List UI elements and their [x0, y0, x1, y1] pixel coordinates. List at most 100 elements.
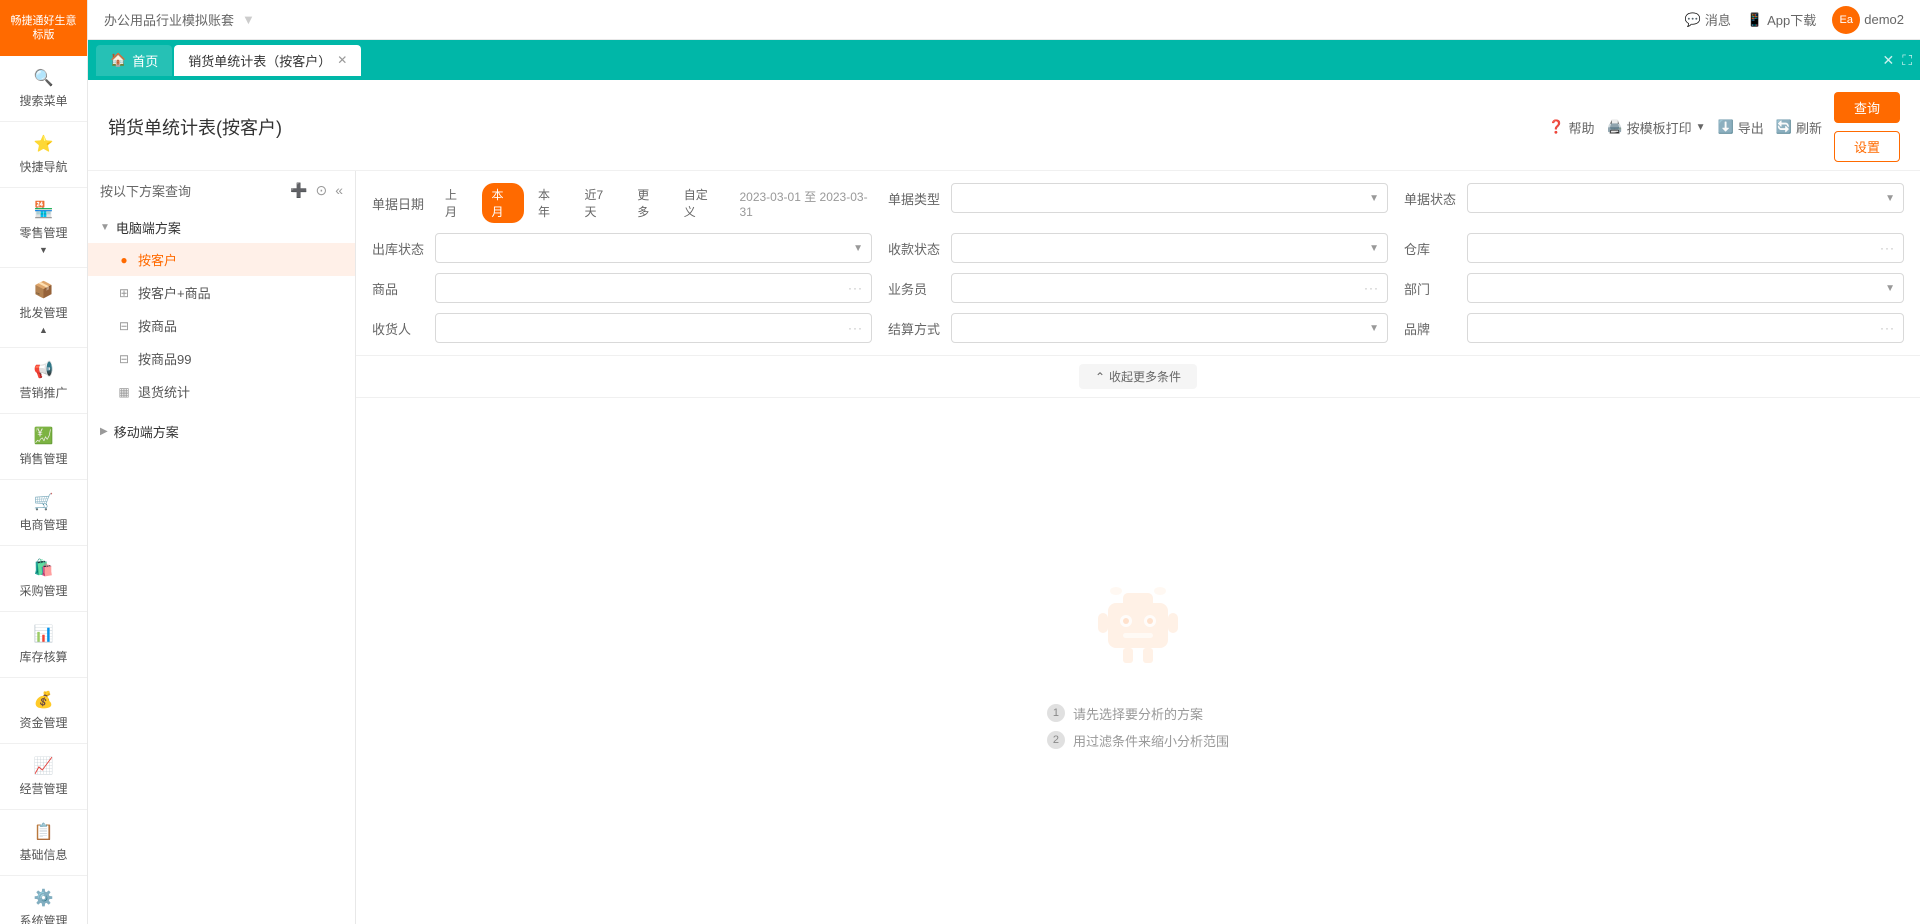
scheme-return-stat[interactable]: ▦ 退货统计: [88, 375, 355, 408]
department-chevron-icon: ▼: [1885, 283, 1895, 294]
brand-filter: 品牌 ···: [1404, 313, 1904, 343]
settings-button[interactable]: 设置: [1834, 131, 1900, 162]
scheme-by-goods99[interactable]: ⊟ 按商品99: [88, 342, 355, 375]
sidebar-item-retail[interactable]: 🏪 零售管理 ▼: [0, 188, 87, 268]
salesperson-input[interactable]: ···: [951, 273, 1388, 303]
page-header: 销货单统计表(按客户) ❓ 帮助 🖨️ 按模板打印 ▼ ⬇️ 导出 🔄 刷新: [88, 80, 1920, 171]
customer-goods-icon: ⊞: [116, 285, 132, 301]
empty-illustration: [1088, 573, 1188, 688]
receiver-input[interactable]: ···: [435, 313, 872, 343]
tip-2: 2 用过滤条件来缩小分析范围: [1047, 731, 1229, 750]
sidebar-item-marketing[interactable]: 📢 营销推广: [0, 348, 87, 414]
date-tab-last-7-days[interactable]: 近7天: [575, 183, 624, 223]
collapse-bar: ⌃ 收起更多条件: [356, 356, 1920, 398]
sidebar-item-basic[interactable]: 📋 基础信息: [0, 810, 87, 876]
export-button[interactable]: ⬇️ 导出: [1718, 118, 1764, 137]
purchase-icon: 🛍️: [34, 558, 54, 578]
filter-row-2: 商品 ··· 业务员 ···: [372, 273, 1904, 303]
message-icon: 💬: [1685, 12, 1701, 28]
logo: 畅捷通好生意 标版: [0, 0, 87, 56]
sidebar-item-wholesale[interactable]: 📦 批发管理 ▲: [0, 268, 87, 348]
goods99-icon: ⊟: [116, 351, 132, 367]
wholesale-icon: 📦: [34, 280, 54, 300]
right-panel: 单据日期 上月 本月 本年 近7天 更多 自定义 2023-03-01 至 20…: [356, 171, 1920, 924]
scheme-by-goods[interactable]: ⊟ 按商品: [88, 309, 355, 342]
pc-schemes-header[interactable]: ▼ 电脑端方案: [88, 212, 355, 243]
maximize-icon[interactable]: ⛶: [1902, 52, 1912, 69]
goods-dots-icon: ···: [848, 281, 863, 295]
receipt-status-select[interactable]: ▼: [951, 233, 1388, 263]
ecommerce-icon: 🛒: [34, 492, 54, 512]
collapse-panel-icon[interactable]: «: [335, 182, 343, 199]
app-download-button[interactable]: 📱 App下载: [1747, 10, 1816, 29]
date-tab-this-month[interactable]: 本月: [482, 183, 525, 223]
brand-dots-icon: ···: [1880, 321, 1895, 335]
breadcrumb-arrow: ▼: [242, 12, 255, 27]
help-icon: ❓: [1548, 119, 1564, 135]
sidebar-item-operation[interactable]: 📈 经营管理: [0, 744, 87, 810]
date-tab-last-month[interactable]: 上月: [435, 183, 478, 223]
goods-input[interactable]: ···: [435, 273, 872, 303]
query-button[interactable]: 查询: [1834, 92, 1900, 123]
left-panel-icons: ➕ ⊙ «: [290, 182, 343, 199]
warehouse-dots-icon: ···: [1880, 241, 1895, 255]
left-panel-header: 按以下方案查询 ➕ ⊙ «: [88, 181, 355, 208]
doc-type-filter: 单据类型 ▼: [888, 183, 1388, 213]
retail-icon: 🏪: [34, 200, 54, 220]
sidebar-item-ecommerce[interactable]: 🛒 电商管理: [0, 480, 87, 546]
tab-sales-stat[interactable]: 销货单统计表（按客户） ✕: [174, 45, 361, 76]
mobile-schemes-header[interactable]: ▶ 移动端方案: [88, 416, 355, 447]
refresh-icon: 🔄: [1776, 119, 1792, 135]
chevron-down-icon: ▼: [39, 245, 48, 255]
tip-1: 1 请先选择要分析的方案: [1047, 704, 1229, 723]
left-panel: 按以下方案查询 ➕ ⊙ « ▼ 电脑端方案 ● 按客户: [88, 171, 356, 924]
tab-home[interactable]: 🏠 首页: [96, 45, 172, 76]
marketing-icon: 📢: [34, 360, 54, 380]
edit-scheme-icon[interactable]: ⊙: [315, 182, 327, 199]
sidebar-item-inventory[interactable]: 📊 库存核算: [0, 612, 87, 678]
help-button[interactable]: ❓ 帮助: [1548, 118, 1594, 137]
doc-status-select[interactable]: ▼: [1467, 183, 1904, 213]
receipt-status-filter: 收款状态 ▼: [888, 233, 1388, 263]
date-tabs: 上月 本月 本年 近7天 更多 自定义 2023-03-01 至 2023-03…: [435, 183, 872, 223]
add-scheme-icon[interactable]: ➕: [290, 182, 307, 199]
scheme-by-customer-goods[interactable]: ⊞ 按客户+商品: [88, 276, 355, 309]
doc-type-select[interactable]: ▼: [951, 183, 1388, 213]
sidebar-item-sales[interactable]: 💹 销售管理: [0, 414, 87, 480]
chevron-up-icon: ▲: [39, 325, 48, 335]
breadcrumb: 办公用品行业模拟账套 ▼: [104, 10, 255, 29]
system-icon: ⚙️: [34, 888, 54, 908]
date-tab-custom[interactable]: 自定义: [674, 183, 728, 223]
receipt-status-chevron-icon: ▼: [1369, 243, 1379, 254]
sidebar: 畅捷通好生意 标版 🔍 搜索菜单 ⭐ 快捷导航 🏪 零售管理 ▼ 📦 批发管理 …: [0, 0, 88, 924]
pc-schemes-section: ▼ 电脑端方案 ● 按客户 ⊞ 按客户+商品 ⊟ 按商品: [88, 208, 355, 412]
payment-select[interactable]: ▼: [951, 313, 1388, 343]
sidebar-item-purchase[interactable]: 🛍️ 采购管理: [0, 546, 87, 612]
sidebar-menu: 🔍 搜索菜单 ⭐ 快捷导航 🏪 零售管理 ▼ 📦 批发管理 ▲ 📢 营销推广 💹…: [0, 56, 87, 924]
tab-close-icon[interactable]: ✕: [337, 53, 347, 67]
export-icon: ⬇️: [1718, 119, 1734, 135]
empty-state: 1 请先选择要分析的方案 2 用过滤条件来缩小分析范围: [356, 398, 1920, 924]
sidebar-item-quicknav[interactable]: ⭐ 快捷导航: [0, 122, 87, 188]
date-tab-this-year[interactable]: 本年: [528, 183, 571, 223]
brand-input[interactable]: ···: [1467, 313, 1904, 343]
warehouse-input[interactable]: ···: [1467, 233, 1904, 263]
sidebar-item-finance[interactable]: 💰 资金管理: [0, 678, 87, 744]
department-select[interactable]: ▼: [1467, 273, 1904, 303]
payment-chevron-icon: ▼: [1369, 323, 1379, 334]
sidebar-item-system[interactable]: ⚙️ 系统管理: [0, 876, 87, 924]
sidebar-item-search[interactable]: 🔍 搜索菜单: [0, 56, 87, 122]
close-window-icon[interactable]: ✕: [1882, 52, 1894, 69]
user-area[interactable]: Ea demo2: [1832, 6, 1904, 34]
messages-button[interactable]: 💬 消息: [1685, 10, 1731, 29]
template-print-button[interactable]: 🖨️ 按模板打印 ▼: [1606, 118, 1705, 137]
doc-status-filter: 单据状态 ▼: [1404, 183, 1904, 213]
salesperson-filter: 业务员 ···: [888, 273, 1388, 303]
out-status-select[interactable]: ▼: [435, 233, 872, 263]
goods-filter: 商品 ···: [372, 273, 872, 303]
refresh-button[interactable]: 🔄 刷新: [1776, 118, 1822, 137]
avatar: Ea: [1832, 6, 1860, 34]
collapse-button[interactable]: ⌃ 收起更多条件: [1079, 364, 1197, 389]
date-tab-more[interactable]: 更多: [627, 183, 670, 223]
scheme-by-customer[interactable]: ● 按客户: [88, 243, 355, 276]
